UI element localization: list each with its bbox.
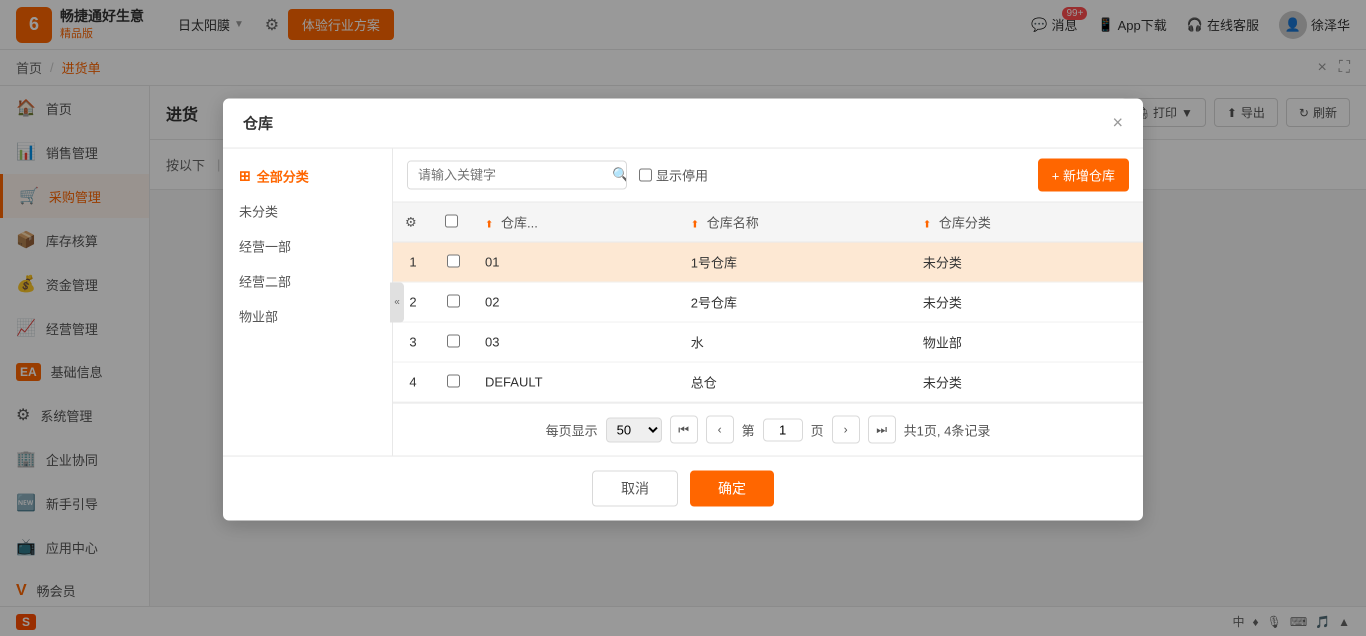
col-header-settings: ⚙ bbox=[393, 203, 433, 243]
table-toolbar: 🔍 显示停用 + 新增仓库 bbox=[393, 149, 1143, 203]
row-code: 03 bbox=[473, 322, 679, 362]
prev-page-button[interactable]: ‹ bbox=[706, 416, 734, 444]
sort-icon-category: ⬆ bbox=[923, 220, 931, 231]
modal-header: 仓库 × bbox=[223, 99, 1143, 149]
col-header-name: ⬆ 仓库名称 bbox=[679, 203, 911, 243]
next-page-button[interactable]: › bbox=[832, 416, 860, 444]
grid-icon: ⊞ bbox=[239, 168, 251, 185]
row-name: 总仓 bbox=[679, 362, 911, 402]
row-category: 物业部 bbox=[911, 322, 1143, 362]
select-all-checkbox[interactable] bbox=[445, 214, 458, 227]
category-collapse-button[interactable]: « bbox=[390, 282, 404, 322]
row-code: 02 bbox=[473, 282, 679, 322]
search-button[interactable]: 🔍 bbox=[604, 167, 627, 184]
cat-label-op1: 经营一部 bbox=[239, 240, 291, 255]
settings-icon: ⚙ bbox=[405, 214, 417, 229]
modal-close-button[interactable]: × bbox=[1112, 113, 1123, 134]
cat-label-op2: 经营二部 bbox=[239, 275, 291, 290]
category-item-uncat[interactable]: 未分类 bbox=[223, 194, 392, 229]
table-row[interactable]: 3 03 水 物业部 bbox=[393, 322, 1143, 362]
first-page-button[interactable]: ⏮ bbox=[670, 416, 698, 444]
modal-footer: 取消 确定 bbox=[223, 456, 1143, 521]
add-warehouse-button[interactable]: + 新增仓库 bbox=[1038, 159, 1129, 192]
category-item-op1[interactable]: 经营一部 bbox=[223, 229, 392, 264]
show-disabled-label-text: 显示停用 bbox=[656, 166, 708, 185]
table-body: 1 01 1号仓库 未分类 2 02 2号仓库 未分类 3 03 水 物业部 4… bbox=[393, 242, 1143, 402]
row-name: 水 bbox=[679, 322, 911, 362]
cancel-button[interactable]: 取消 bbox=[592, 471, 678, 507]
total-info: 共1页, 4条记录 bbox=[904, 420, 991, 439]
row-code: 01 bbox=[473, 242, 679, 282]
row-category: 未分类 bbox=[911, 282, 1143, 322]
row-num: 3 bbox=[393, 322, 433, 362]
modal-title: 仓库 bbox=[243, 113, 273, 134]
category-sidebar: ⊞ 全部分类 未分类 经营一部 经营二部 物业部 « bbox=[223, 149, 393, 456]
search-icon: 🔍 bbox=[612, 167, 627, 183]
col-header-checkbox bbox=[433, 203, 473, 243]
modal-body: ⊞ 全部分类 未分类 经营一部 经营二部 物业部 « bbox=[223, 149, 1143, 456]
row-checkbox[interactable] bbox=[433, 362, 473, 402]
cat-label-property: 物业部 bbox=[239, 310, 278, 325]
pagination: 每页显示 50 10 20 100 ⏮ ‹ 第 页 › ⏭ 共1页, 4条记录 bbox=[393, 403, 1143, 456]
row-num: 1 bbox=[393, 242, 433, 282]
page-prefix-label: 第 bbox=[742, 420, 755, 439]
category-item-op2[interactable]: 经营二部 bbox=[223, 264, 392, 299]
table-row[interactable]: 4 DEFAULT 总仓 未分类 bbox=[393, 362, 1143, 402]
show-disabled-checkbox-label[interactable]: 显示停用 bbox=[639, 166, 708, 185]
row-checkbox[interactable] bbox=[433, 282, 473, 322]
page-suffix-label: 页 bbox=[811, 420, 824, 439]
row-category: 未分类 bbox=[911, 242, 1143, 282]
row-checkbox[interactable] bbox=[433, 322, 473, 362]
table-header-row: ⚙ ⬆ 仓库... ⬆ 仓库名称 bbox=[393, 203, 1143, 243]
category-all-label: 全部分类 bbox=[257, 167, 309, 186]
warehouse-table: ⚙ ⬆ 仓库... ⬆ 仓库名称 bbox=[393, 203, 1143, 403]
search-input[interactable] bbox=[408, 162, 604, 189]
page-number-input[interactable] bbox=[763, 418, 803, 441]
table-header: ⚙ ⬆ 仓库... ⬆ 仓库名称 bbox=[393, 203, 1143, 243]
last-page-button[interactable]: ⏭ bbox=[868, 416, 896, 444]
confirm-button[interactable]: 确定 bbox=[690, 471, 774, 507]
table-row[interactable]: 2 02 2号仓库 未分类 bbox=[393, 282, 1143, 322]
col-header-category: ⬆ 仓库分类 bbox=[911, 203, 1143, 243]
per-page-select[interactable]: 50 10 20 100 bbox=[606, 417, 662, 442]
sort-icon-code: ⬆ bbox=[485, 220, 493, 231]
category-all[interactable]: ⊞ 全部分类 bbox=[223, 159, 392, 194]
row-name: 2号仓库 bbox=[679, 282, 911, 322]
collapse-icon: « bbox=[394, 297, 400, 308]
sort-icon-name: ⬆ bbox=[691, 220, 699, 231]
row-code: DEFAULT bbox=[473, 362, 679, 402]
category-item-property[interactable]: 物业部 bbox=[223, 299, 392, 334]
row-name: 1号仓库 bbox=[679, 242, 911, 282]
cat-label-uncat: 未分类 bbox=[239, 205, 278, 220]
col-header-code: ⬆ 仓库... bbox=[473, 203, 679, 243]
row-category: 未分类 bbox=[911, 362, 1143, 402]
per-page-label: 每页显示 bbox=[546, 420, 598, 439]
warehouse-modal: 仓库 × ⊞ 全部分类 未分类 经营一部 经营二部 物业部 « bbox=[223, 99, 1143, 521]
show-disabled-checkbox[interactable] bbox=[639, 169, 652, 182]
row-num: 4 bbox=[393, 362, 433, 402]
search-box: 🔍 bbox=[407, 161, 627, 190]
table-row[interactable]: 1 01 1号仓库 未分类 bbox=[393, 242, 1143, 282]
row-checkbox[interactable] bbox=[433, 242, 473, 282]
table-panel: 🔍 显示停用 + 新增仓库 ⚙ bbox=[393, 149, 1143, 456]
table-scroll-area: ⚙ ⬆ 仓库... ⬆ 仓库名称 bbox=[393, 203, 1143, 403]
